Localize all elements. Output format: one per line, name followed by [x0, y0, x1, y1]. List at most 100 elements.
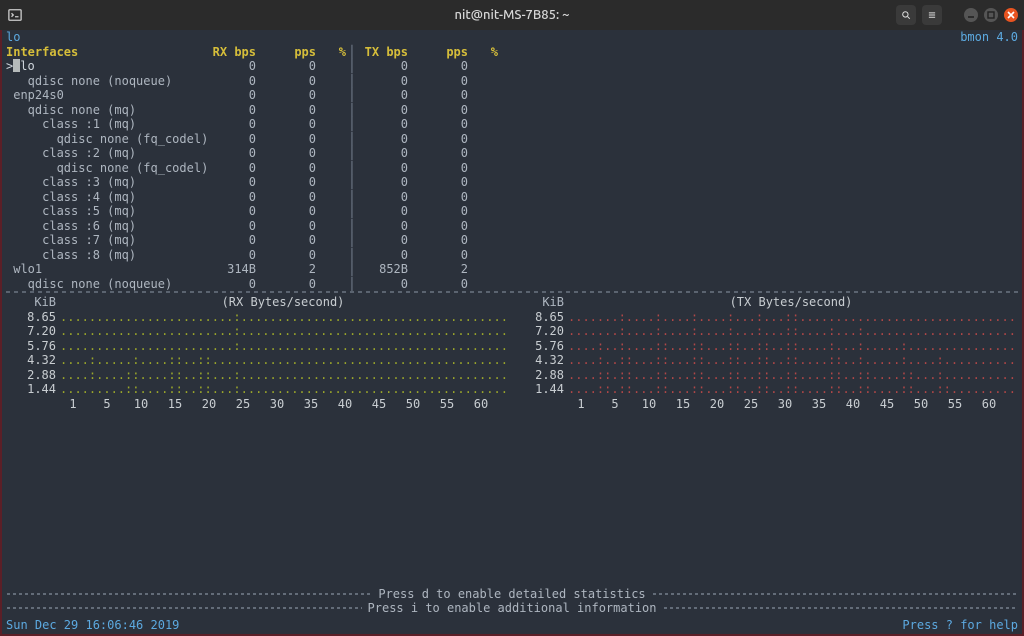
chart-trace: ........................:...............…: [60, 339, 510, 354]
table-row[interactable]: class :1 (mq)00│00: [6, 117, 1018, 132]
rx-bps: 0: [206, 117, 256, 132]
tx-pps: 0: [408, 277, 468, 292]
iface-name: class :4 (mq): [6, 190, 206, 205]
rx-pps: 0: [256, 233, 316, 248]
table-row[interactable]: wlo1314B2│852B2: [6, 262, 1018, 277]
chart-row: 8.65........................:...........…: [6, 310, 510, 325]
rx-xaxis: 151015202530354045505560: [6, 397, 510, 412]
chart-trace: ....:....::....::..::...:...............…: [60, 368, 510, 383]
tx-bps: 0: [358, 132, 408, 147]
minimize-button[interactable]: [964, 8, 978, 22]
tx-pps: 0: [408, 248, 468, 263]
tx-pct: [468, 204, 498, 219]
chart-trace: ....:..::...::...::...::..::..::....::..…: [568, 353, 1018, 368]
x-label: 50: [904, 397, 938, 412]
column-separator: │: [346, 59, 358, 74]
table-row[interactable]: qdisc none (fq_codel)00│00: [6, 132, 1018, 147]
rx-pps: 0: [256, 59, 316, 74]
table-row[interactable]: class :3 (mq)00│00: [6, 175, 1018, 190]
terminal[interactable]: lo bmon 4.0 Interfaces RX bps pps % │ TX…: [2, 30, 1022, 634]
table-row[interactable]: qdisc none (noqueue)00│00: [6, 74, 1018, 89]
tx-bps: 0: [358, 219, 408, 234]
y-label: 4.32: [6, 353, 60, 368]
column-separator: │: [346, 74, 358, 89]
tx-pps: 0: [408, 190, 468, 205]
table-row[interactable]: class :6 (mq)00│00: [6, 219, 1018, 234]
chart-trace: ........................:...............…: [60, 310, 510, 325]
x-label: 25: [226, 397, 260, 412]
tx-bps: 0: [358, 117, 408, 132]
rx-pct: [316, 219, 346, 234]
hdr-pps2: pps: [408, 45, 468, 60]
column-separator: │: [346, 262, 358, 277]
chart-trace: ....:.....:....::..::...................…: [60, 353, 510, 368]
iface-name: class :8 (mq): [6, 248, 206, 263]
tx-pct: [468, 88, 498, 103]
chart-trace: ....::.::...::...::...::..::..::....::..…: [568, 382, 1018, 397]
tx-pps: 0: [408, 117, 468, 132]
chart-row: 2.88....::.::...::...::...::..::..::....…: [514, 368, 1018, 383]
table-row[interactable]: qdisc none (fq_codel)00│00: [6, 161, 1018, 176]
rx-title: (RX Bytes/second): [222, 295, 345, 309]
rx-bps: 0: [206, 161, 256, 176]
interface-table: >lo00│00 qdisc none (noqueue)00│00 enp24…: [2, 59, 1022, 291]
tx-pct: [468, 262, 498, 277]
chart-row: 7.20........................:...........…: [6, 324, 510, 339]
table-row[interactable]: >lo00│00: [6, 59, 1018, 74]
table-row[interactable]: class :7 (mq)00│00: [6, 233, 1018, 248]
column-separator: │: [346, 204, 358, 219]
hint-i: Press i to enable additional information: [368, 601, 657, 616]
status-left: lo: [6, 30, 20, 45]
y-label: 2.88: [514, 368, 568, 383]
tx-pps: 0: [408, 146, 468, 161]
search-button[interactable]: [896, 5, 916, 25]
rx-pps: 0: [256, 88, 316, 103]
rx-pps: 0: [256, 74, 316, 89]
footer: Press d to enable detailed statistics Pr…: [2, 587, 1022, 635]
tx-bps: 0: [358, 146, 408, 161]
divider: [6, 291, 1018, 293]
rx-bps: 0: [206, 175, 256, 190]
table-row[interactable]: class :4 (mq)00│00: [6, 190, 1018, 205]
rx-pct: [316, 277, 346, 292]
close-button[interactable]: [1004, 8, 1018, 22]
table-row[interactable]: class :2 (mq)00│00: [6, 146, 1018, 161]
iface-name: qdisc none (fq_codel): [6, 132, 206, 147]
rx-pps: 0: [256, 103, 316, 118]
rx-pps: 0: [256, 132, 316, 147]
rx-bps: 314B: [206, 262, 256, 277]
rx-pps: 0: [256, 219, 316, 234]
table-row[interactable]: class :8 (mq)00│00: [6, 248, 1018, 263]
tx-unit: KiB: [514, 295, 564, 310]
tx-bps: 0: [358, 277, 408, 292]
y-label: 8.65: [514, 310, 568, 325]
table-row[interactable]: class :5 (mq)00│00: [6, 204, 1018, 219]
x-label: 40: [328, 397, 362, 412]
tx-pct: [468, 175, 498, 190]
iface-name: wlo1: [6, 262, 206, 277]
tx-pct: [468, 59, 498, 74]
tx-pps: 0: [408, 88, 468, 103]
x-label: 50: [396, 397, 430, 412]
tx-pct: [468, 233, 498, 248]
x-label: 30: [260, 397, 294, 412]
clock: Sun Dec 29 16:06:46 2019: [6, 618, 179, 633]
rx-pct: [316, 262, 346, 277]
table-row[interactable]: qdisc none (mq)00│00: [6, 103, 1018, 118]
tx-pps: 0: [408, 74, 468, 89]
y-label: 7.20: [6, 324, 60, 339]
x-label: 55: [938, 397, 972, 412]
hamburger-menu-button[interactable]: [922, 5, 942, 25]
rx-pct: [316, 132, 346, 147]
tx-pps: 0: [408, 103, 468, 118]
rx-bps: 0: [206, 248, 256, 263]
column-separator: │: [346, 161, 358, 176]
iface-name: class :2 (mq): [6, 146, 206, 161]
rx-pct: [316, 74, 346, 89]
table-row[interactable]: enp24s000│00: [6, 88, 1018, 103]
column-separator: │: [346, 248, 358, 263]
table-row[interactable]: qdisc none (noqueue)00│00: [6, 277, 1018, 292]
maximize-button[interactable]: [984, 8, 998, 22]
y-label: 1.44: [6, 382, 60, 397]
y-label: 4.32: [514, 353, 568, 368]
